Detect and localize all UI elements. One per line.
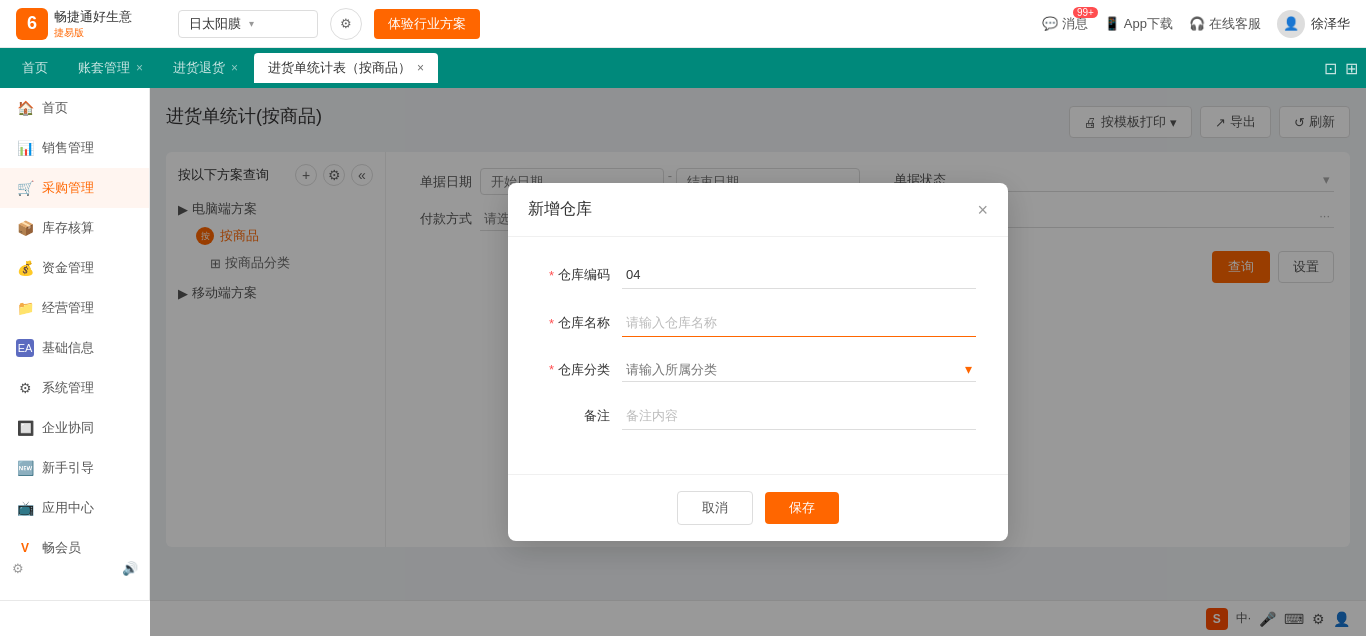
- trial-button[interactable]: 体验行业方案: [374, 9, 480, 39]
- sidebar-item-apps[interactable]: 📺 应用中心: [0, 488, 149, 528]
- sidebar-item-inventory[interactable]: 📦 库存核算: [0, 208, 149, 248]
- modal-title: 新增仓库: [528, 199, 592, 220]
- logo-text: 畅捷通好生意 捷易版: [54, 8, 132, 40]
- topbar: 6 畅捷通好生意 捷易版 日太阳膜 ▾ ⚙ 体验行业方案 💬 消息 99+ 📱 …: [0, 0, 1366, 48]
- chevron-down-icon: ▾: [249, 18, 254, 29]
- warehouse-category-label: *仓库分类: [540, 361, 610, 379]
- window-restore-icon[interactable]: ⊡: [1324, 59, 1337, 78]
- mobile-icon: 📱: [1104, 16, 1120, 31]
- modal-overlay: 新增仓库 × *仓库编码 *仓库名称: [150, 88, 1366, 636]
- warehouse-code-input[interactable]: [622, 261, 976, 289]
- tab-purchase-stats[interactable]: 进货单统计表（按商品） ×: [254, 53, 438, 83]
- warehouse-category-row: *仓库分类 ▾: [540, 357, 976, 382]
- apps-icon: 📺: [16, 499, 34, 517]
- store-selector[interactable]: 日太阳膜 ▾: [178, 10, 318, 38]
- sidebar-item-home[interactable]: 🏠 首页: [0, 88, 149, 128]
- sidebar: 🏠 首页 📊 销售管理 🛒 采购管理 📦 库存核算 💰 资金管理 📁 经营管理 …: [0, 88, 150, 636]
- logo-icon: 6: [16, 8, 48, 40]
- warehouse-category-input[interactable]: [626, 362, 965, 377]
- sidebar-item-enterprise[interactable]: 🔲 企业协同: [0, 408, 149, 448]
- sidebar-item-operation[interactable]: 📁 经营管理: [0, 288, 149, 328]
- warehouse-remark-row: 备注: [540, 402, 976, 430]
- modal-close-button[interactable]: ×: [977, 201, 988, 219]
- warehouse-code-label: *仓库编码: [540, 266, 610, 284]
- close-icon[interactable]: ×: [231, 61, 238, 75]
- warehouse-name-input[interactable]: [622, 309, 976, 337]
- warehouse-remark-label: 备注: [540, 407, 610, 425]
- add-warehouse-modal: 新增仓库 × *仓库编码 *仓库名称: [508, 183, 1008, 541]
- message-button[interactable]: 💬 消息 99+: [1042, 15, 1088, 33]
- sidebar-item-sales[interactable]: 📊 销售管理: [0, 128, 149, 168]
- sales-icon: 📊: [16, 139, 34, 157]
- warehouse-name-row: *仓库名称: [540, 309, 976, 337]
- sound-icon[interactable]: 🔊: [122, 561, 138, 576]
- tab-accounts[interactable]: 账套管理 ×: [64, 53, 157, 83]
- settings-button[interactable]: ⚙: [330, 8, 362, 40]
- sidebar-item-finance[interactable]: 💰 资金管理: [0, 248, 149, 288]
- modal-header: 新增仓库 ×: [508, 183, 1008, 237]
- main-layout: 🏠 首页 📊 销售管理 🛒 采购管理 📦 库存核算 💰 资金管理 📁 经营管理 …: [0, 88, 1366, 636]
- notification-badge: 99+: [1073, 7, 1098, 18]
- gear-icon: ⚙: [340, 16, 352, 31]
- topbar-right: 💬 消息 99+ 📱 App下载 🎧 在线客服 👤 徐泽华: [1042, 10, 1350, 38]
- home-icon: 🏠: [16, 99, 34, 117]
- user-menu[interactable]: 👤 徐泽华: [1277, 10, 1350, 38]
- enterprise-icon: 🔲: [16, 419, 34, 437]
- warehouse-code-row: *仓库编码: [540, 261, 976, 289]
- content-area: 进货单统计(按商品) 🖨 按模板打印 ▾ ↗ 导出 ↺ 刷新: [150, 88, 1366, 636]
- warehouse-remark-input[interactable]: [622, 402, 976, 430]
- modal-body: *仓库编码 *仓库名称 *仓库分类: [508, 237, 1008, 474]
- operation-icon: 📁: [16, 299, 34, 317]
- tab-home[interactable]: 首页: [8, 53, 62, 83]
- warehouse-category-select[interactable]: ▾: [622, 357, 976, 382]
- sidebar-item-guide[interactable]: 🆕 新手引导: [0, 448, 149, 488]
- system-icon: ⚙: [16, 379, 34, 397]
- basic-info-icon: EA: [16, 339, 34, 357]
- app-download-button[interactable]: 📱 App下载: [1104, 15, 1173, 33]
- save-button[interactable]: 保存: [765, 492, 839, 524]
- close-icon[interactable]: ×: [417, 61, 424, 75]
- finance-icon: 💰: [16, 259, 34, 277]
- avatar: 👤: [1277, 10, 1305, 38]
- tab-controls: ⊡ ⊞: [1324, 59, 1358, 78]
- purchase-icon: 🛒: [16, 179, 34, 197]
- sidebar-item-purchase[interactable]: 🛒 采购管理: [0, 168, 149, 208]
- online-service-button[interactable]: 🎧 在线客服: [1189, 15, 1261, 33]
- chevron-down-icon: ▾: [965, 361, 972, 377]
- modal-footer: 取消 保存: [508, 474, 1008, 541]
- window-maximize-icon[interactable]: ⊞: [1345, 59, 1358, 78]
- member-icon: V: [16, 539, 34, 557]
- sidebar-item-basic-info[interactable]: EA 基础信息: [0, 328, 149, 368]
- logo-area: 6 畅捷通好生意 捷易版: [16, 8, 166, 40]
- warehouse-name-label: *仓库名称: [540, 314, 610, 332]
- close-icon[interactable]: ×: [136, 61, 143, 75]
- settings-bottom-icon[interactable]: ⚙: [12, 561, 24, 576]
- tabbar: 首页 账套管理 × 进货退货 × 进货单统计表（按商品） × ⊡ ⊞: [0, 48, 1366, 88]
- inventory-icon: 📦: [16, 219, 34, 237]
- message-icon: 💬: [1042, 16, 1058, 31]
- headset-icon: 🎧: [1189, 16, 1205, 31]
- guide-icon: 🆕: [16, 459, 34, 477]
- sidebar-item-system[interactable]: ⚙ 系统管理: [0, 368, 149, 408]
- cancel-button[interactable]: 取消: [677, 491, 753, 525]
- tab-purchase-return[interactable]: 进货退货 ×: [159, 53, 252, 83]
